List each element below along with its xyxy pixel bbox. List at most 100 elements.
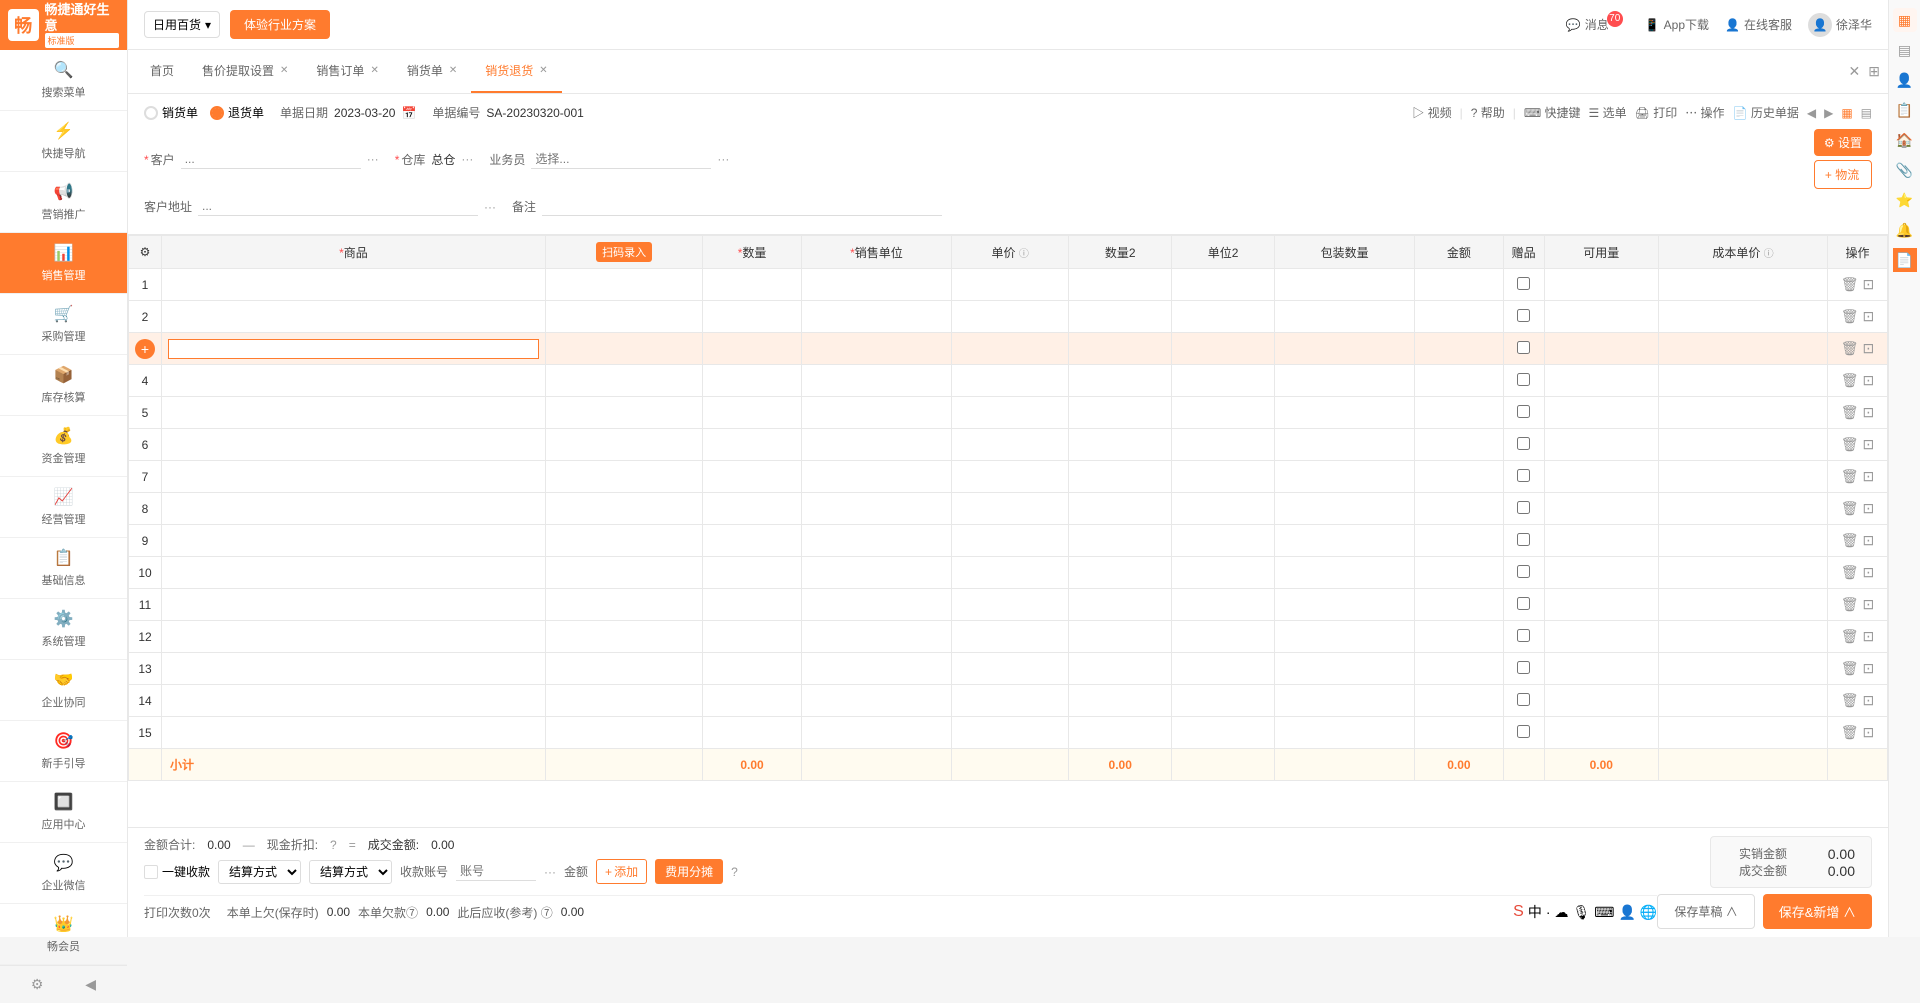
delete-icon[interactable]: 🗑	[1841, 692, 1859, 709]
settings-bottom-icon[interactable]: ⚙	[31, 976, 44, 993]
tab-sales-return[interactable]: 销货退货 ✕	[471, 50, 561, 93]
delete-icon[interactable]: 🗑	[1841, 404, 1859, 421]
save-new-button[interactable]: 保存&新增 ∧	[1763, 894, 1872, 929]
add-button[interactable]: + 添加	[596, 859, 647, 884]
unit-cell[interactable]	[801, 301, 951, 333]
copy-icon[interactable]: ⊡	[1863, 628, 1875, 645]
price-cell[interactable]	[952, 301, 1069, 333]
unit2-cell[interactable]	[1172, 269, 1275, 301]
list-view-icon[interactable]: ▤	[1861, 106, 1872, 120]
sidebar-item-search[interactable]: 🔍 搜索菜单	[0, 50, 127, 111]
salesman-more-icon[interactable]: ···	[717, 152, 729, 166]
gift-checkbox[interactable]	[1517, 277, 1530, 290]
qty-cell[interactable]	[703, 333, 802, 365]
delete-icon[interactable]: 🗑	[1841, 436, 1859, 453]
cost-cell[interactable]	[1658, 269, 1827, 301]
gift-checkbox[interactable]	[1517, 533, 1530, 546]
gift-checkbox[interactable]	[1517, 565, 1530, 578]
tab-sales[interactable]: 销货单 ✕	[393, 50, 471, 93]
cost-cell[interactable]	[1658, 333, 1827, 365]
try-solution-button[interactable]: 体验行业方案	[230, 10, 330, 39]
gift-checkbox[interactable]	[1517, 597, 1530, 610]
sidebar-item-wechat[interactable]: 💬 企业微信	[0, 843, 127, 904]
note-input[interactable]	[542, 197, 942, 216]
copy-icon[interactable]: ⊡	[1863, 436, 1875, 453]
nav-prev[interactable]: ◀	[1807, 106, 1816, 120]
gift-checkbox[interactable]	[1517, 405, 1530, 418]
nav-next[interactable]: ▶	[1824, 106, 1833, 120]
copy-icon[interactable]: ⊡	[1863, 596, 1875, 613]
history-btn[interactable]: 📄 历史单据	[1733, 104, 1799, 121]
tab-close-icon[interactable]: ✕	[449, 65, 457, 76]
settings-button[interactable]: ⚙ 设置	[1814, 129, 1872, 156]
right-panel-active-icon[interactable]: 📄	[1893, 248, 1917, 272]
customer-more-icon[interactable]: ···	[367, 152, 379, 166]
unit2-cell[interactable]	[1172, 333, 1275, 365]
gift-checkbox[interactable]	[1517, 501, 1530, 514]
cost-cell[interactable]	[1658, 301, 1827, 333]
delete-icon[interactable]: 🗑	[1841, 468, 1859, 485]
sidebar-item-marketing[interactable]: 📢 营销推广	[0, 172, 127, 233]
sidebar-item-apps[interactable]: 🔲 应用中心	[0, 782, 127, 843]
available-cell[interactable]	[1544, 333, 1658, 365]
salesman-input[interactable]	[531, 150, 711, 169]
copy-icon[interactable]: ⊡	[1863, 532, 1875, 549]
copy-icon[interactable]: ⊡	[1863, 308, 1875, 325]
price-cell[interactable]	[952, 333, 1069, 365]
right-panel-link-icon[interactable]: 📎	[1893, 158, 1917, 182]
amount-cell[interactable]	[1415, 269, 1503, 301]
delete-icon[interactable]: 🗑	[1841, 500, 1859, 517]
sidebar-item-finance[interactable]: 💰 资金管理	[0, 416, 127, 477]
amount-cell[interactable]	[1415, 333, 1503, 365]
sidebar-item-shortcut[interactable]: ⚡ 快捷导航	[0, 111, 127, 172]
tab-close-icon[interactable]: ✕	[280, 65, 288, 76]
product-input[interactable]	[168, 339, 539, 359]
account-input[interactable]	[456, 862, 536, 881]
scan-button[interactable]: 扫码录入	[596, 242, 652, 262]
qty-cell[interactable]	[703, 301, 802, 333]
copy-icon[interactable]: ⊡	[1863, 660, 1875, 677]
gift-checkbox[interactable]	[1517, 661, 1530, 674]
delete-icon[interactable]: 🗑	[1841, 276, 1859, 293]
right-panel-grid-icon[interactable]: ▦	[1893, 8, 1917, 32]
delete-icon[interactable]: 🗑	[1841, 628, 1859, 645]
tab-more-button[interactable]: ⊞	[1868, 63, 1880, 80]
calendar-icon[interactable]: 📅	[401, 106, 416, 120]
qty2-cell[interactable]	[1069, 269, 1172, 301]
copy-icon[interactable]: ⊡	[1863, 724, 1875, 741]
customer-input[interactable]	[181, 150, 361, 169]
grid-view-icon[interactable]: ▦	[1841, 106, 1852, 120]
add-row-button[interactable]: +	[135, 339, 155, 359]
sidebar-item-purchase[interactable]: 🛒 采购管理	[0, 294, 127, 355]
copy-icon[interactable]: ⊡	[1863, 500, 1875, 517]
amount-cell[interactable]	[1415, 301, 1503, 333]
sidebar-item-operation[interactable]: 📈 经营管理	[0, 477, 127, 538]
sidebar-item-inventory[interactable]: 📦 库存核算	[0, 355, 127, 416]
expense-split-button[interactable]: 费用分摊	[655, 859, 723, 884]
qty2-cell[interactable]	[1069, 301, 1172, 333]
copy-icon[interactable]: ⊡	[1863, 692, 1875, 709]
radio-sale[interactable]: 销货单	[144, 104, 198, 121]
product-cell[interactable]	[162, 301, 546, 333]
tab-sales-order[interactable]: 销售订单 ✕	[302, 50, 392, 93]
copy-icon[interactable]: ⊡	[1863, 564, 1875, 581]
delete-icon[interactable]: 🗑	[1841, 372, 1859, 389]
tab-close-all-button[interactable]: ✕	[1849, 63, 1861, 80]
copy-icon[interactable]: ⊡	[1863, 340, 1875, 357]
qty2-cell[interactable]	[1069, 333, 1172, 365]
right-panel-doc-icon[interactable]: 📋	[1893, 98, 1917, 122]
radio-return[interactable]: 退货单	[210, 104, 264, 121]
pkg-qty-cell[interactable]	[1274, 269, 1414, 301]
gift-checkbox[interactable]	[1517, 341, 1530, 354]
delete-icon[interactable]: 🗑	[1841, 724, 1859, 741]
gift-checkbox[interactable]	[1517, 693, 1530, 706]
industry-dropdown[interactable]: 日用百货 ▾	[144, 11, 220, 38]
gift-checkbox[interactable]	[1517, 725, 1530, 738]
address-input[interactable]	[198, 197, 478, 216]
gift-checkbox[interactable]	[1517, 373, 1530, 386]
copy-icon[interactable]: ⊡	[1863, 468, 1875, 485]
sidebar-item-newbie[interactable]: 🎯 新手引导	[0, 721, 127, 782]
video-btn[interactable]: ▷ 视频	[1412, 104, 1451, 121]
unit-cell[interactable]	[801, 333, 951, 365]
select-btn[interactable]: ☰ 选单	[1589, 104, 1627, 121]
